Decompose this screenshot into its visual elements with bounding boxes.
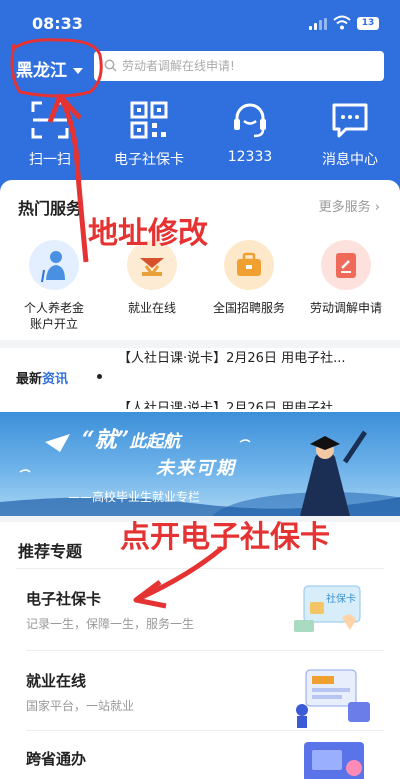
annotation-strokes [10, 38, 224, 609]
annotation-card: 点开电子社保卡 [120, 520, 330, 555]
annotation-address: 地址修改 [88, 216, 208, 251]
